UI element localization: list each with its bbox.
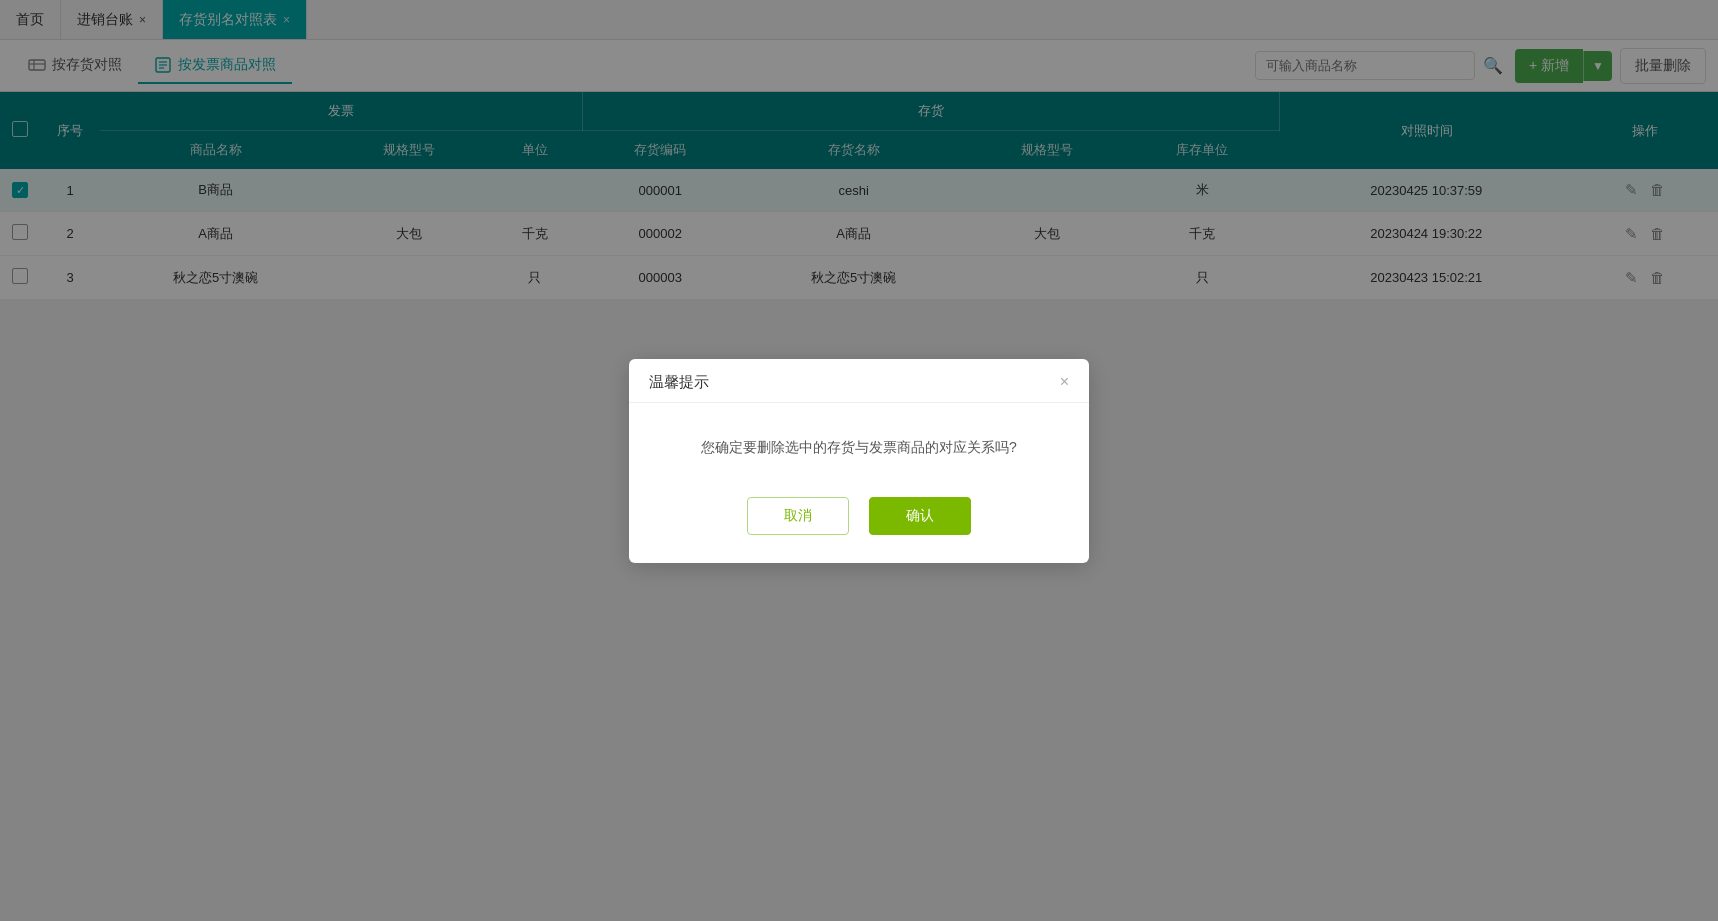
modal-overlay: 温馨提示 × 您确定要删除选中的存货与发票商品的对应关系吗? 取消 确认 [0,0,1718,300]
